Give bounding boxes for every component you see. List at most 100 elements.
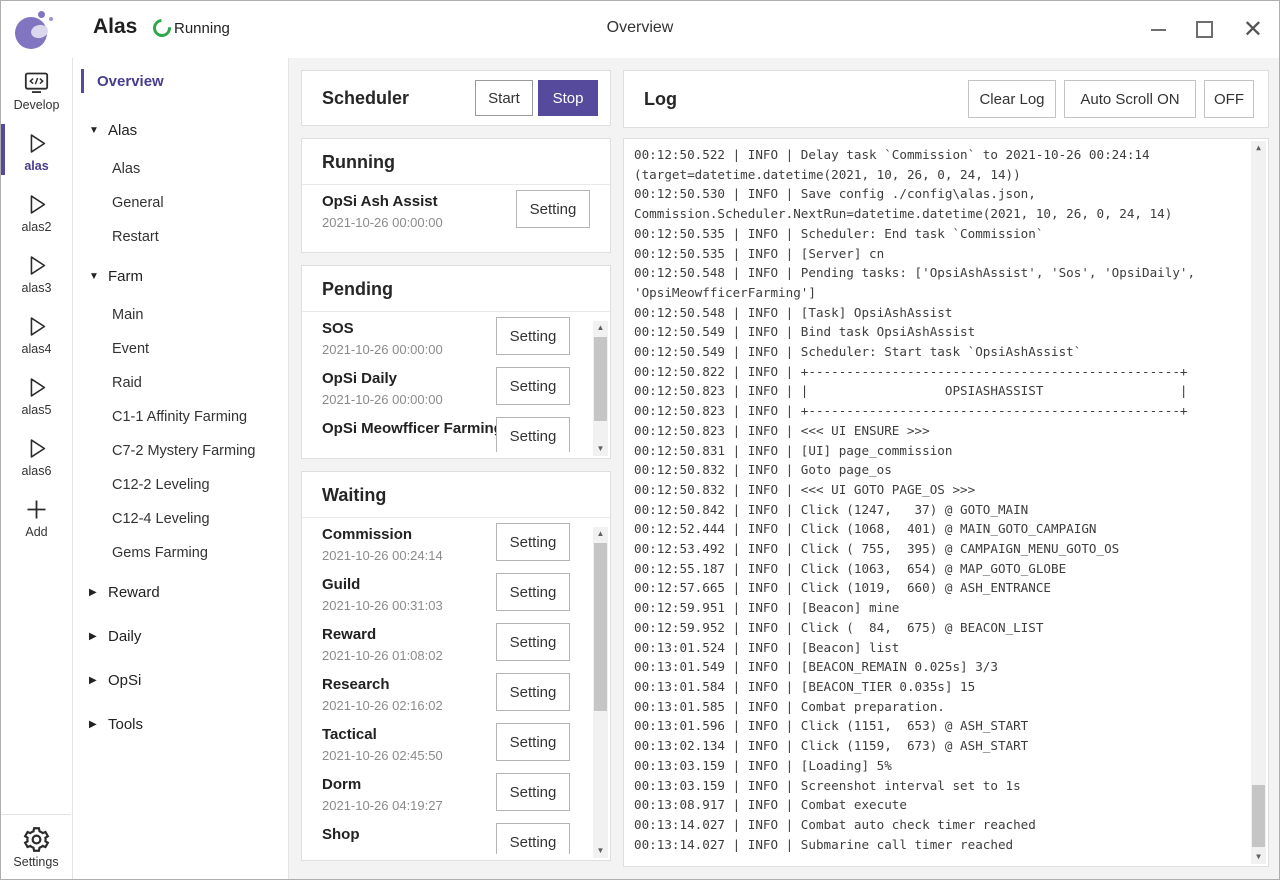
- setting-button[interactable]: Setting: [496, 723, 570, 761]
- minimize-icon[interactable]: [1151, 29, 1166, 31]
- log-line: 00:12:50.822 | INFO | +-----------------…: [634, 362, 1242, 382]
- sidebar-item-add[interactable]: Add: [1, 485, 72, 546]
- task-name: Research: [322, 676, 498, 693]
- nav-item-restart[interactable]: Restart: [73, 220, 288, 254]
- sidebar-item-alas4[interactable]: alas4: [1, 302, 72, 363]
- nav-item-c7-2-mystery-farming[interactable]: C7-2 Mystery Farming: [73, 434, 288, 468]
- waiting-section: WaitingCommission2021-10-26 00:24:14Sett…: [301, 471, 611, 861]
- setting-button[interactable]: Setting: [516, 190, 590, 228]
- setting-button[interactable]: Setting: [496, 823, 570, 854]
- scroll-up-icon[interactable]: ▲: [593, 527, 608, 541]
- task-row: Guild2021-10-26 00:31:03Setting: [302, 568, 610, 618]
- app-title: Alas: [93, 15, 137, 39]
- sidebar-item-alas[interactable]: alas: [1, 119, 72, 180]
- task-time: 2021-10-26 00:24:14: [322, 548, 498, 563]
- log-line: (target=datetime.datetime(2021, 10, 26, …: [634, 165, 1242, 185]
- scroll-down-icon[interactable]: ▼: [593, 442, 608, 456]
- setting-button[interactable]: Setting: [496, 573, 570, 611]
- sidebar-item-alas3[interactable]: alas3: [1, 241, 72, 302]
- rail-item-label: alas5: [22, 403, 52, 417]
- play-icon: [23, 251, 50, 281]
- auto-scroll-off-button[interactable]: OFF: [1204, 80, 1254, 118]
- nav-group-reward[interactable]: ▶Reward: [73, 570, 288, 614]
- log-line: 00:13:14.027 | INFO | Combat auto check …: [634, 815, 1242, 835]
- nav-item-alas[interactable]: Alas: [73, 152, 288, 186]
- log-line: 00:13:01.584 | INFO | [BEACON_TIER 0.035…: [634, 677, 1242, 697]
- nav-group-daily[interactable]: ▶Daily: [73, 614, 288, 658]
- chevron-right-icon: ▶: [89, 675, 108, 686]
- scheduler-title: Scheduler: [322, 88, 475, 109]
- setting-button[interactable]: Setting: [496, 417, 570, 452]
- task-name: Shop: [322, 826, 498, 843]
- scrollbar-thumb[interactable]: [594, 543, 607, 711]
- clear-log-button[interactable]: Clear Log: [968, 80, 1056, 118]
- auto-scroll-on-button[interactable]: Auto Scroll ON: [1064, 80, 1196, 118]
- sidebar-item-alas2[interactable]: alas2: [1, 180, 72, 241]
- stop-button[interactable]: Stop: [538, 80, 598, 116]
- scrollbar-thumb[interactable]: [594, 337, 607, 421]
- task-name: Reward: [322, 626, 498, 643]
- setting-button[interactable]: Setting: [496, 317, 570, 355]
- sidebar-item-develop[interactable]: Develop: [1, 58, 72, 119]
- play-icon: [23, 190, 50, 220]
- chevron-right-icon: ▶: [89, 719, 108, 730]
- log-line: 00:12:50.535 | INFO | Scheduler: End tas…: [634, 224, 1242, 244]
- maximize-icon[interactable]: [1196, 21, 1213, 38]
- nav-menu: Overview ▼AlasAlasGeneralRestart▼FarmMai…: [73, 58, 289, 879]
- task-name: Tactical: [322, 726, 498, 743]
- chevron-down-icon: ▼: [89, 271, 108, 282]
- log-scrollbar[interactable]: ▲ ▼: [1251, 141, 1266, 864]
- log-output[interactable]: 00:12:50.522 | INFO | Delay task `Commis…: [623, 138, 1269, 867]
- nav-item-raid[interactable]: Raid: [73, 366, 288, 400]
- nav-item-c12-4-leveling[interactable]: C12-4 Leveling: [73, 502, 288, 536]
- scroll-up-icon[interactable]: ▲: [593, 321, 608, 335]
- setting-button[interactable]: Setting: [496, 773, 570, 811]
- nav-item-main[interactable]: Main: [73, 298, 288, 332]
- nav-item-overview[interactable]: Overview: [73, 68, 288, 94]
- task-time: 2021-10-26 00:00:00: [322, 215, 498, 230]
- log-line: 00:13:03.159 | INFO | [Loading] 5%: [634, 756, 1242, 776]
- log-line: 00:13:01.524 | INFO | [Beacon] list: [634, 638, 1242, 658]
- setting-button[interactable]: Setting: [496, 523, 570, 561]
- scroll-down-icon[interactable]: ▼: [1251, 850, 1266, 864]
- log-line: 00:13:01.596 | INFO | Click (1151, 653) …: [634, 716, 1242, 736]
- scheduler-header: Scheduler Start Stop: [301, 70, 611, 126]
- setting-button[interactable]: Setting: [496, 367, 570, 405]
- scrollbar-thumb[interactable]: [1252, 785, 1265, 847]
- setting-button[interactable]: Setting: [496, 673, 570, 711]
- nav-group-tools[interactable]: ▶Tools: [73, 702, 288, 746]
- log-line: 00:12:55.187 | INFO | Click (1063, 654) …: [634, 559, 1242, 579]
- rail-item-label: Develop: [14, 98, 60, 112]
- nav-item-gems-farming[interactable]: Gems Farming: [73, 536, 288, 570]
- log-title: Log: [644, 89, 968, 110]
- scrollbar[interactable]: ▲▼: [593, 321, 608, 456]
- nav-item-c1-1-affinity-farming[interactable]: C1-1 Affinity Farming: [73, 400, 288, 434]
- nav-group-alas[interactable]: ▼Alas: [73, 108, 288, 152]
- scroll-down-icon[interactable]: ▼: [593, 844, 608, 858]
- task-name: OpSi Meowfficer Farming: [322, 420, 498, 437]
- task-list: SOS2021-10-26 00:00:00SettingOpSi Daily2…: [302, 312, 610, 452]
- nav-item-c12-2-leveling[interactable]: C12-2 Leveling: [73, 468, 288, 502]
- sidebar-item-settings[interactable]: Settings: [1, 814, 71, 879]
- task-row: SOS2021-10-26 00:00:00Setting: [302, 312, 610, 362]
- setting-button[interactable]: Setting: [496, 623, 570, 661]
- rail-item-label: Add: [25, 525, 47, 539]
- log-line: 00:12:59.951 | INFO | [Beacon] mine: [634, 598, 1242, 618]
- scroll-up-icon[interactable]: ▲: [1251, 141, 1266, 155]
- scrollbar[interactable]: ▲▼: [593, 527, 608, 858]
- log-line: 00:12:53.492 | INFO | Click ( 755, 395) …: [634, 539, 1242, 559]
- nav-group-farm[interactable]: ▼Farm: [73, 254, 288, 298]
- nav-item-event[interactable]: Event: [73, 332, 288, 366]
- sidebar-item-alas5[interactable]: alas5: [1, 363, 72, 424]
- log-line: 00:12:50.522 | INFO | Delay task `Commis…: [634, 145, 1242, 165]
- sidebar-item-alas6[interactable]: alas6: [1, 424, 72, 485]
- close-icon[interactable]: ✕: [1243, 20, 1263, 40]
- log-line: 00:12:50.548 | INFO | Pending tasks: ['O…: [634, 263, 1242, 283]
- nav-group-opsi[interactable]: ▶OpSi: [73, 658, 288, 702]
- start-button[interactable]: Start: [475, 80, 533, 116]
- body-area: Developalasalas2alas3alas4alas5alas6Add …: [1, 58, 1279, 879]
- nav-item-general[interactable]: General: [73, 186, 288, 220]
- log-column: Log Clear Log Auto Scroll ON OFF 00:12:5…: [623, 70, 1269, 867]
- nav-group-label: Reward: [108, 584, 160, 601]
- task-time: 2021-10-26 04:19:27: [322, 798, 498, 813]
